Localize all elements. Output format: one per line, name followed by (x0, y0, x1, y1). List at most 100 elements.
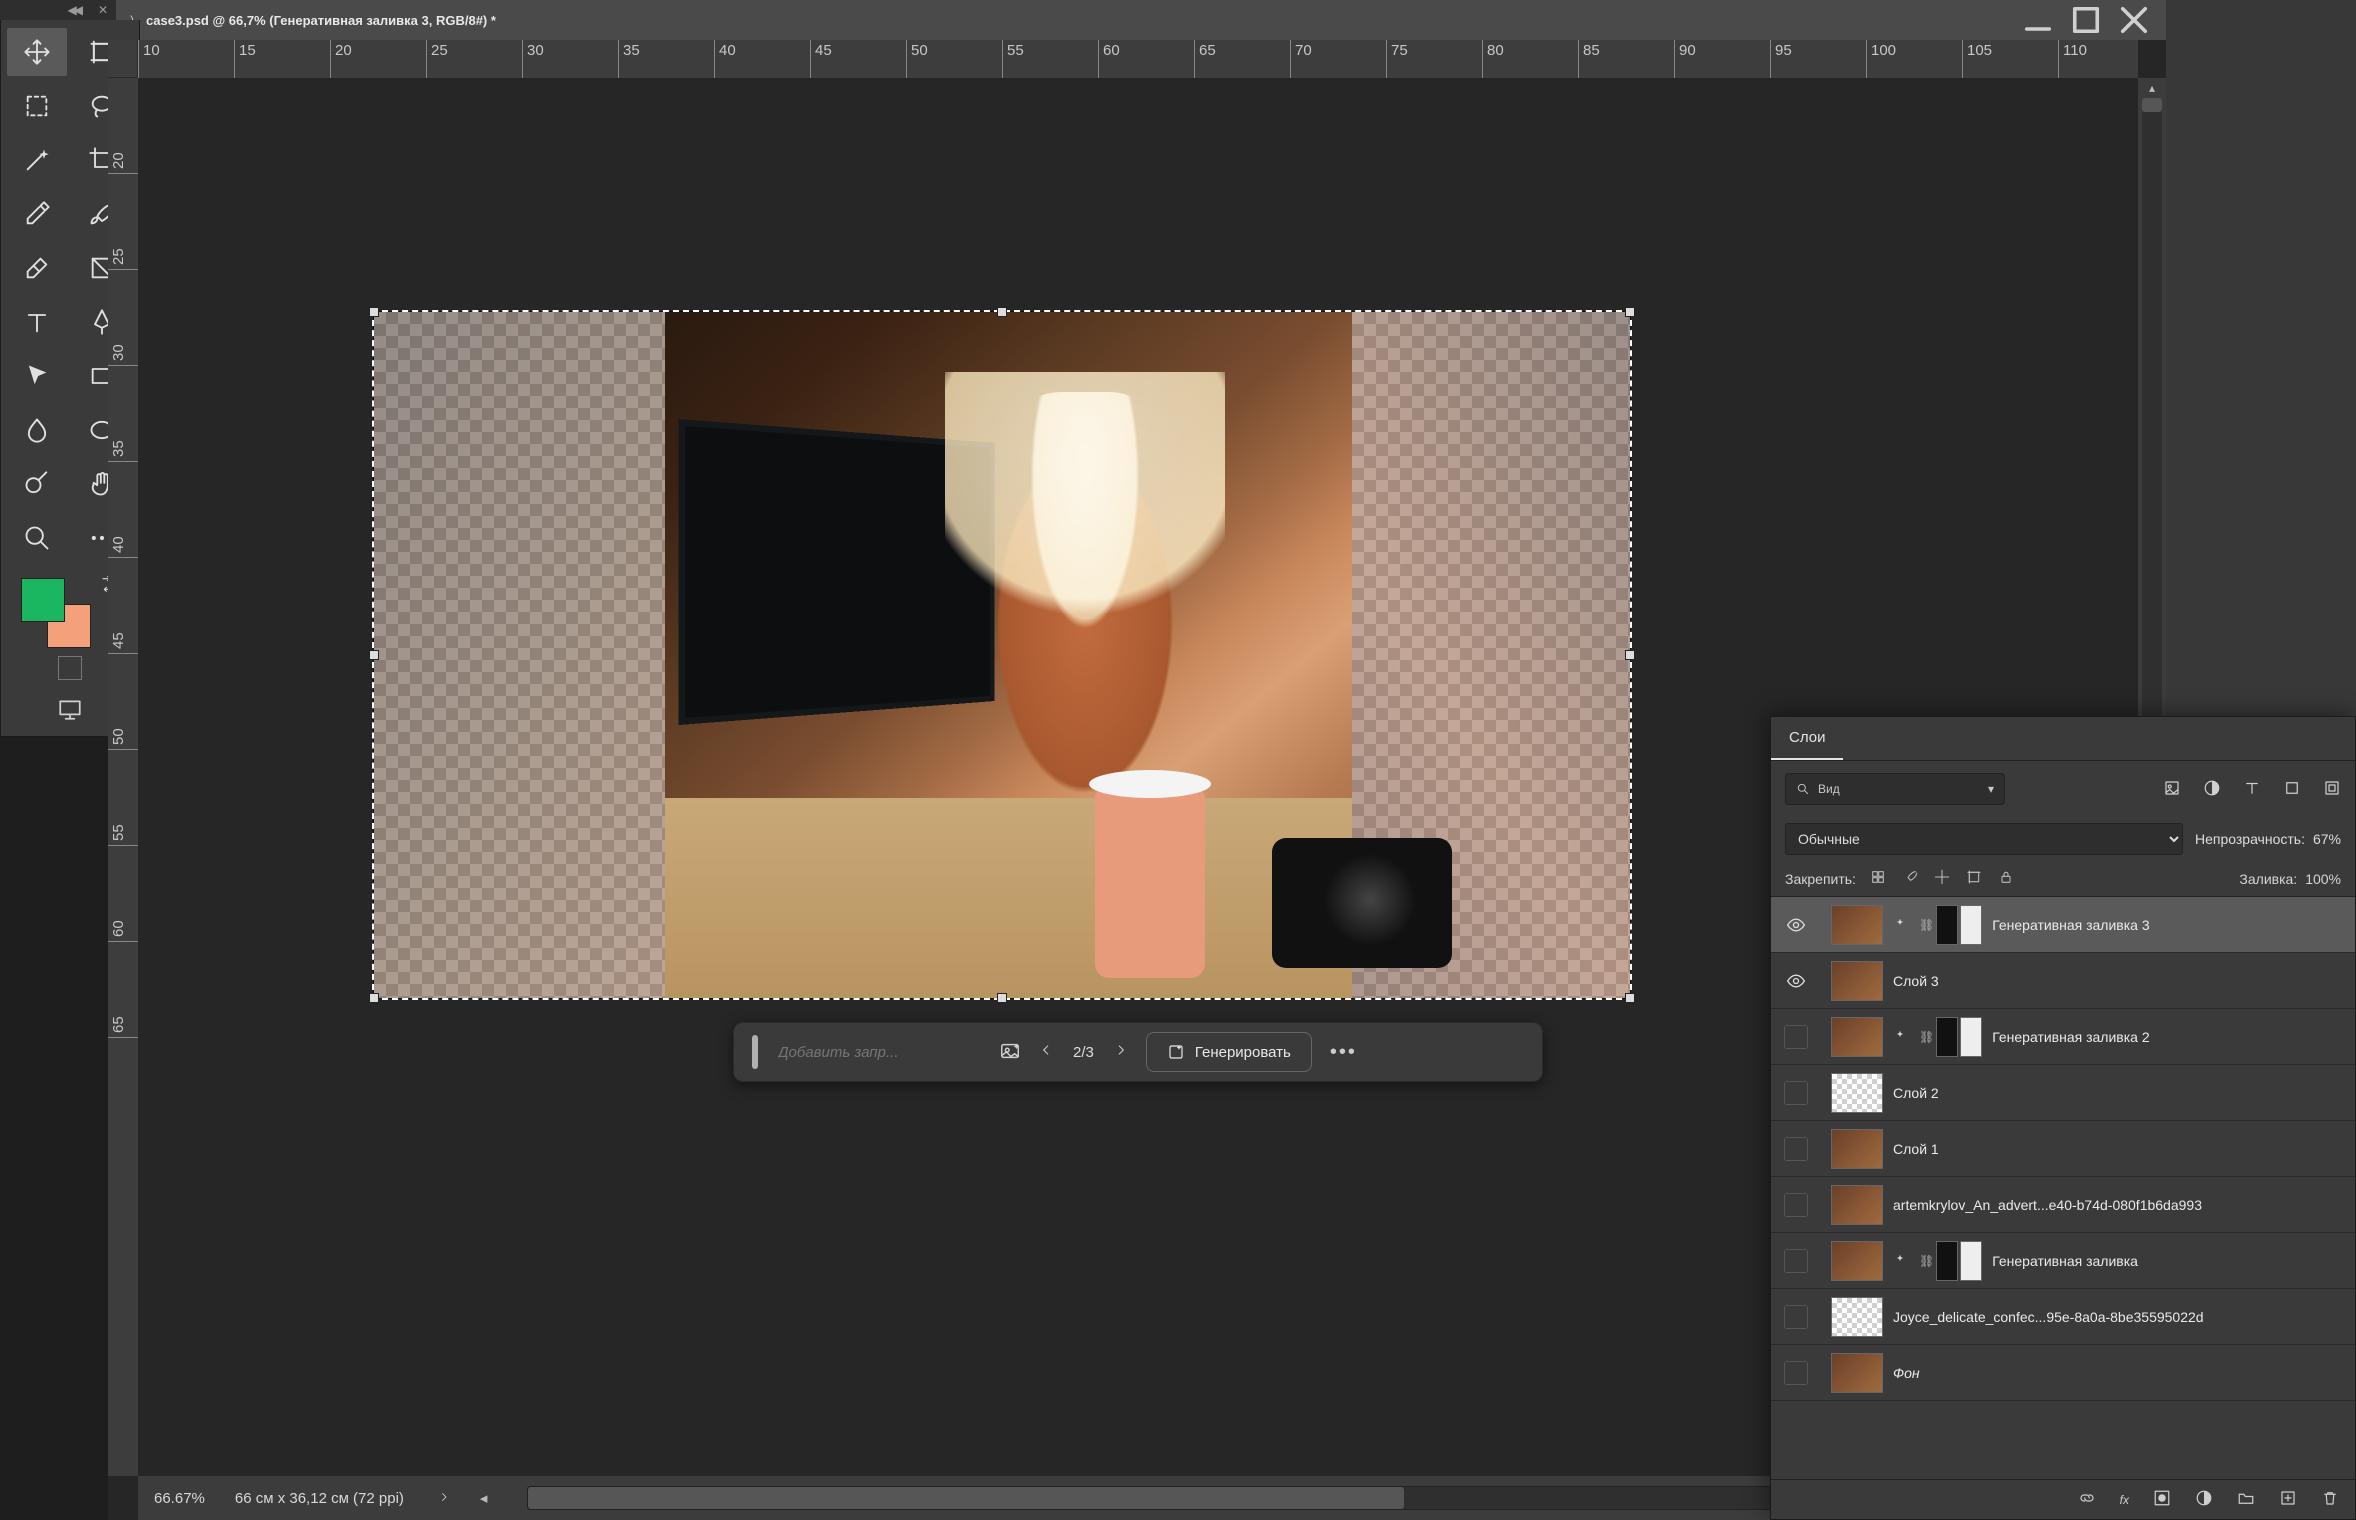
taskbar-drag-handle[interactable] (752, 1035, 758, 1069)
canvas[interactable] (374, 312, 1630, 998)
layer-row[interactable]: Фон (1771, 1345, 2355, 1401)
layer-name[interactable]: Генеративная заливка 2 (1992, 1029, 2345, 1045)
mask-thumbnail[interactable] (1960, 1241, 1982, 1281)
layer-row[interactable]: ⛓ Генеративная заливка (1771, 1233, 2355, 1289)
dodge-tool[interactable] (7, 460, 67, 508)
mask-link-icon[interactable]: ⛓ (1919, 918, 1934, 932)
next-variation-button[interactable] (1114, 1043, 1128, 1061)
filter-type-icon[interactable] (2243, 779, 2261, 800)
layer-thumbnail[interactable] (1831, 1073, 1883, 1113)
image-prompt-icon[interactable] (999, 1040, 1021, 1065)
visibility-toggle[interactable] (1771, 1249, 1821, 1273)
lock-position-icon[interactable] (1934, 869, 1950, 888)
hscroll-left-icon[interactable]: ◂ (480, 1489, 488, 1507)
lock-brush-icon[interactable] (1902, 869, 1918, 888)
mask-thumbnail[interactable] (1936, 1241, 1958, 1281)
scroll-up-icon[interactable]: ▴ (2138, 78, 2166, 98)
marquee-tool[interactable] (7, 82, 67, 130)
layer-thumbnail[interactable] (1831, 961, 1883, 1001)
layer-name[interactable]: Joyce_delicate_confec...95e-8a0a-8be3559… (1893, 1309, 2345, 1325)
contextual-taskbar[interactable]: 2/3 Генерировать ••• (733, 1022, 1543, 1082)
visibility-toggle[interactable] (1771, 1305, 1821, 1329)
layer-thumbnail[interactable] (1831, 1241, 1883, 1281)
layers-filter-dropdown[interactable]: Вид ▾ (1785, 773, 2005, 805)
opacity-value[interactable]: 67% (2313, 831, 2341, 847)
maximize-button[interactable] (2068, 6, 2104, 34)
status-more-icon[interactable] (438, 1490, 450, 1507)
ruler-horizontal[interactable]: 1015202530354045505560657075808590951001… (138, 40, 2138, 78)
scroll-thumb[interactable] (528, 1487, 1404, 1509)
ruler-vertical[interactable]: 20253035404550556065 (108, 78, 138, 1476)
visibility-toggle[interactable] (1771, 915, 1821, 935)
layer-mask-set[interactable]: ⛓ (1919, 1017, 1982, 1057)
zoom-level[interactable]: 66.67% (154, 1490, 205, 1507)
magic-wand-tool[interactable] (7, 136, 67, 184)
link-layers-icon[interactable] (2078, 1489, 2096, 1510)
lock-pixels-icon[interactable] (1870, 869, 1886, 888)
layer-mask-set[interactable]: ⛓ (1919, 905, 1982, 945)
zoom-tool[interactable] (7, 514, 67, 562)
mask-thumbnail[interactable] (1960, 905, 1982, 945)
layer-name[interactable]: Фон (1893, 1365, 2345, 1381)
layer-name[interactable]: Слой 1 (1893, 1141, 2345, 1157)
path-selection-tool[interactable] (7, 352, 67, 400)
visibility-toggle[interactable] (1771, 1361, 1821, 1385)
lock-artboard-icon[interactable] (1966, 869, 1982, 888)
eraser-tool[interactable] (7, 244, 67, 292)
minimize-button[interactable] (2020, 6, 2056, 34)
layer-name[interactable]: Слой 3 (1893, 973, 2345, 989)
eyedropper-tool[interactable] (7, 190, 67, 238)
document-dimensions[interactable]: 66 см x 36,12 см (72 ppi) (235, 1490, 404, 1507)
layer-name[interactable]: Генеративная заливка (1992, 1253, 2345, 1269)
layer-fx-icon[interactable]: fx (2120, 1493, 2129, 1507)
layer-thumbnail[interactable] (1831, 1185, 1883, 1225)
move-tool[interactable] (7, 28, 67, 76)
close-window-button[interactable] (2116, 6, 2152, 34)
tab-layers[interactable]: Слои (1771, 717, 1843, 760)
visibility-toggle[interactable] (1771, 971, 1821, 991)
layer-row[interactable]: artemkrylov_An_advert...e40-b74d-080f1b6… (1771, 1177, 2355, 1233)
type-tool[interactable] (7, 298, 67, 346)
scroll-thumb[interactable] (2142, 98, 2162, 112)
layer-mask-set[interactable]: ⛓ (1919, 1241, 1982, 1281)
mask-link-icon[interactable]: ⛓ (1919, 1030, 1934, 1044)
layer-row[interactable]: Слой 1 (1771, 1121, 2355, 1177)
foreground-color-swatch[interactable] (21, 578, 65, 622)
layer-row[interactable]: Слой 2 (1771, 1065, 2355, 1121)
visibility-toggle[interactable] (1771, 1193, 1821, 1217)
delete-layer-icon[interactable] (2321, 1489, 2339, 1510)
new-adjustment-icon[interactable] (2195, 1489, 2213, 1510)
mask-thumbnail[interactable] (1936, 905, 1958, 945)
layer-row[interactable]: ⛓ Генеративная заливка 3 (1771, 897, 2355, 953)
layer-thumbnail[interactable] (1831, 1353, 1883, 1393)
layer-row[interactable]: Слой 3 (1771, 953, 2355, 1009)
prompt-input[interactable] (776, 1043, 981, 1062)
collapse-arrows-icon[interactable]: ◀◀ (67, 3, 79, 17)
blend-mode-select[interactable]: Обычные (1785, 823, 2183, 855)
filter-smartobject-icon[interactable] (2323, 779, 2341, 800)
filter-shape-icon[interactable] (2283, 779, 2301, 800)
fill-value[interactable]: 100% (2305, 871, 2341, 887)
mask-thumbnail[interactable] (1960, 1017, 1982, 1057)
filter-pixel-icon[interactable] (2163, 779, 2181, 800)
mask-link-icon[interactable]: ⛓ (1919, 1254, 1934, 1268)
standard-mode-icon[interactable] (58, 656, 82, 680)
layer-thumbnail[interactable] (1831, 1297, 1883, 1337)
visibility-toggle[interactable] (1771, 1081, 1821, 1105)
new-group-icon[interactable] (2237, 1489, 2255, 1510)
layer-thumbnail[interactable] (1831, 1129, 1883, 1169)
generate-button[interactable]: Генерировать (1146, 1032, 1312, 1072)
taskbar-more-icon[interactable]: ••• (1330, 1041, 1357, 1064)
mask-thumbnail[interactable] (1936, 1017, 1958, 1057)
layer-row[interactable]: ⛓ Генеративная заливка 2 (1771, 1009, 2355, 1065)
visibility-toggle[interactable] (1771, 1137, 1821, 1161)
layer-row[interactable]: Joyce_delicate_confec...95e-8a0a-8be3559… (1771, 1289, 2355, 1345)
prev-variation-button[interactable] (1039, 1043, 1053, 1061)
blur-tool[interactable] (7, 406, 67, 454)
visibility-toggle[interactable] (1771, 1025, 1821, 1049)
close-icon[interactable]: ✕ (98, 3, 108, 17)
layer-name[interactable]: Генеративная заливка 3 (1992, 917, 2345, 933)
ruler-origin[interactable] (108, 40, 138, 78)
add-mask-icon[interactable] (2153, 1489, 2171, 1510)
layer-name[interactable]: artemkrylov_An_advert...e40-b74d-080f1b6… (1893, 1197, 2345, 1213)
